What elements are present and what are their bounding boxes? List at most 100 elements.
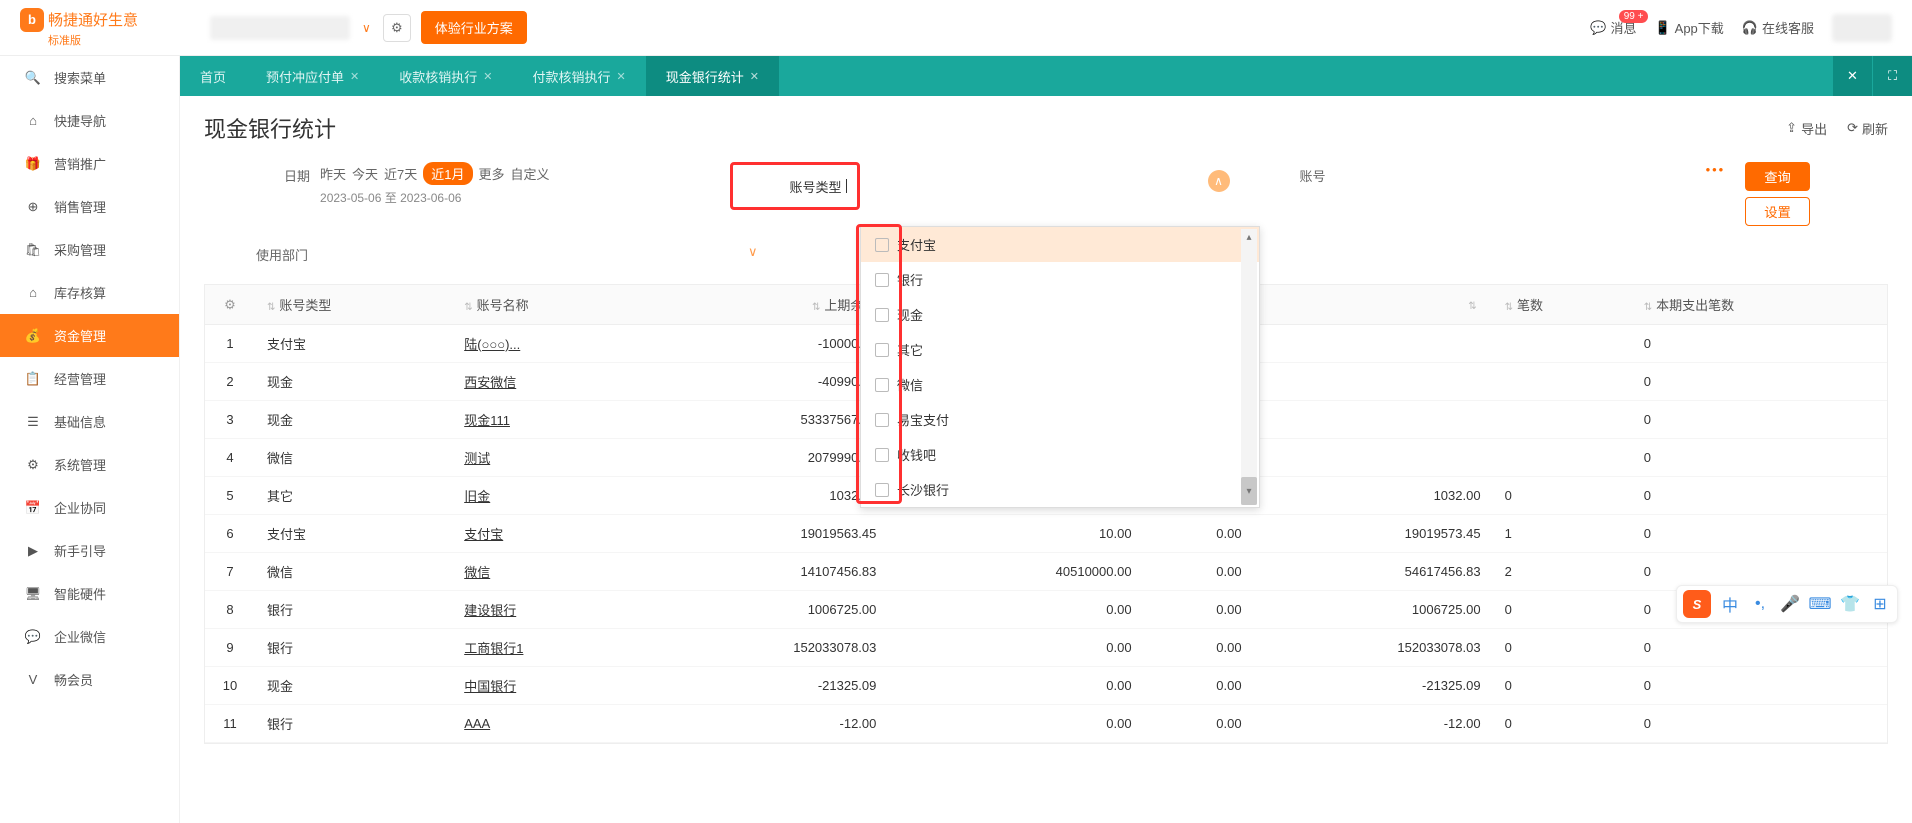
ime-mic-icon[interactable]: 🎤 bbox=[1779, 593, 1801, 615]
ime-toolbar[interactable]: S 中 •, 🎤 ⌨ 👕 ⊞ bbox=[1676, 585, 1898, 623]
tab-close-icon[interactable]: ✕ bbox=[750, 70, 759, 83]
sort-icon[interactable]: ⇅ bbox=[1505, 302, 1513, 313]
company-dropdown-caret[interactable]: ∨ bbox=[362, 21, 371, 35]
settings-gear-button[interactable]: ⚙ bbox=[383, 14, 411, 42]
checkbox[interactable] bbox=[875, 413, 889, 427]
table-settings-icon[interactable]: ⚙ bbox=[224, 297, 236, 312]
sort-icon[interactable]: ⇅ bbox=[267, 302, 275, 313]
column-header-6[interactable]: ⇅ bbox=[1254, 285, 1493, 325]
column-header-2[interactable]: ⇅账号名称 bbox=[452, 285, 649, 325]
account-type-filter[interactable]: 账号类型 bbox=[730, 162, 860, 210]
column-header-7[interactable]: ⇅笔数 bbox=[1493, 285, 1632, 325]
sidebar-item-9[interactable]: ⚙系统管理 bbox=[0, 443, 179, 486]
sidebar-item-1[interactable]: ⌂快捷导航 bbox=[0, 99, 179, 142]
sort-icon[interactable]: ⇅ bbox=[1644, 302, 1652, 313]
sort-icon[interactable]: ⇅ bbox=[1468, 301, 1476, 312]
sidebar-item-7[interactable]: 📋经营管理 bbox=[0, 357, 179, 400]
tab-1[interactable]: 预付冲应付单✕ bbox=[246, 56, 379, 96]
date-option-2[interactable]: 近7天 bbox=[384, 164, 417, 183]
tab-2[interactable]: 收款核销执行✕ bbox=[379, 56, 512, 96]
account-name-link[interactable]: 现金111 bbox=[464, 413, 510, 428]
dropdown-option-4[interactable]: 微信 bbox=[861, 367, 1259, 402]
fullscreen-button[interactable]: ⛶ bbox=[1872, 56, 1912, 96]
ime-lang-label[interactable]: 中 bbox=[1719, 593, 1741, 615]
user-avatar-blurred[interactable] bbox=[1832, 14, 1892, 42]
sidebar-item-14[interactable]: V畅会员 bbox=[0, 658, 179, 701]
close-all-tabs-button[interactable]: ✕ bbox=[1832, 56, 1872, 96]
customer-service-link[interactable]: 🎧 在线客服 bbox=[1742, 18, 1814, 37]
dropdown-option-3[interactable]: 其它 bbox=[861, 332, 1259, 367]
trial-button[interactable]: 体验行业方案 bbox=[421, 11, 527, 44]
column-header-0[interactable]: ⚙ bbox=[205, 285, 255, 325]
sort-icon[interactable]: ⇅ bbox=[464, 302, 472, 313]
account-name-link[interactable]: 中国银行 bbox=[464, 679, 516, 694]
checkbox[interactable] bbox=[875, 308, 889, 322]
ime-skin-icon[interactable]: 👕 bbox=[1839, 593, 1861, 615]
dropdown-option-7[interactable]: 长沙银行 bbox=[861, 472, 1259, 507]
date-option-1[interactable]: 今天 bbox=[352, 164, 378, 183]
dropdown-option-0[interactable]: 支付宝 bbox=[861, 227, 1259, 262]
checkbox[interactable] bbox=[875, 378, 889, 392]
ime-toolbox-icon[interactable]: ⊞ bbox=[1869, 593, 1891, 615]
account-type-collapse-icon[interactable]: ∧ bbox=[1208, 170, 1230, 192]
more-filters-button[interactable]: ••• bbox=[1706, 162, 1726, 177]
sidebar-item-10[interactable]: 📅企业协同 bbox=[0, 486, 179, 529]
sidebar-item-13[interactable]: 💬企业微信 bbox=[0, 615, 179, 658]
sidebar-item-12[interactable]: 🖥智能硬件 bbox=[0, 572, 179, 615]
account-name-link[interactable]: AAA bbox=[464, 716, 490, 731]
tab-3[interactable]: 付款核销执行✕ bbox=[512, 56, 645, 96]
account-name-link[interactable]: 西安微信 bbox=[464, 375, 516, 390]
sort-icon[interactable]: ⇅ bbox=[812, 302, 820, 313]
account-name-link[interactable]: 支付宝 bbox=[464, 527, 503, 542]
cell-name: 中国银行 bbox=[452, 667, 649, 705]
dept-dropdown-caret[interactable]: ∨ bbox=[748, 244, 758, 260]
date-option-3[interactable]: 近1月 bbox=[423, 162, 472, 185]
checkbox[interactable] bbox=[875, 273, 889, 287]
date-option-4[interactable]: 更多 bbox=[479, 164, 505, 183]
tab-close-icon[interactable]: ✕ bbox=[617, 70, 626, 83]
account-name-link[interactable]: 工商银行1 bbox=[464, 641, 523, 656]
sidebar-item-8[interactable]: ☰基础信息 bbox=[0, 400, 179, 443]
column-header-8[interactable]: ⇅本期支出笔数 bbox=[1632, 285, 1887, 325]
scroll-down-icon[interactable]: ▾ bbox=[1241, 477, 1257, 505]
checkbox[interactable] bbox=[875, 238, 889, 252]
account-name-link[interactable]: 旧金 bbox=[464, 489, 490, 504]
tab-close-icon[interactable]: ✕ bbox=[350, 70, 359, 83]
sidebar-item-11[interactable]: ▶新手引导 bbox=[0, 529, 179, 572]
checkbox[interactable] bbox=[875, 483, 889, 497]
date-option-0[interactable]: 昨天 bbox=[320, 164, 346, 183]
column-header-3[interactable]: ⇅上期余额 bbox=[649, 285, 888, 325]
account-name-link[interactable]: 测试 bbox=[464, 451, 490, 466]
ime-punct-icon[interactable]: •, bbox=[1749, 593, 1771, 615]
ime-keyboard-icon[interactable]: ⌨ bbox=[1809, 593, 1831, 615]
dropdown-scrollbar[interactable] bbox=[1241, 229, 1257, 505]
dept-input[interactable] bbox=[318, 240, 738, 264]
messages-link[interactable]: 💬 消息 99 + bbox=[1590, 18, 1636, 37]
account-name-link[interactable]: 微信 bbox=[464, 565, 490, 580]
checkbox[interactable] bbox=[875, 448, 889, 462]
tab-close-icon[interactable]: ✕ bbox=[483, 70, 492, 83]
query-button[interactable]: 查询 bbox=[1745, 162, 1810, 191]
dropdown-option-2[interactable]: 现金 bbox=[861, 297, 1259, 332]
account-name-link[interactable]: 陆(○○○)... bbox=[464, 337, 520, 352]
dropdown-option-5[interactable]: 易宝支付 bbox=[861, 402, 1259, 437]
dropdown-option-6[interactable]: 收钱吧 bbox=[861, 437, 1259, 472]
date-option-5[interactable]: 自定义 bbox=[511, 164, 550, 183]
filter-settings-button[interactable]: 设置 bbox=[1745, 197, 1810, 226]
sidebar-item-5[interactable]: ⌂库存核算 bbox=[0, 271, 179, 314]
tab-4[interactable]: 现金银行统计✕ bbox=[646, 56, 779, 96]
refresh-button[interactable]: ⟳刷新 bbox=[1847, 119, 1888, 138]
scroll-up-icon[interactable]: ▴ bbox=[1241, 229, 1257, 245]
column-header-1[interactable]: ⇅账号类型 bbox=[255, 285, 452, 325]
sidebar-item-2[interactable]: 🎁营销推广 bbox=[0, 142, 179, 185]
sidebar-item-6[interactable]: 💰资金管理 bbox=[0, 314, 179, 357]
sidebar-item-4[interactable]: 🛍采购管理 bbox=[0, 228, 179, 271]
account-name-link[interactable]: 建设银行 bbox=[464, 603, 516, 618]
dropdown-option-1[interactable]: 银行 bbox=[861, 262, 1259, 297]
sidebar-item-0[interactable]: 🔍搜索菜单 bbox=[0, 56, 179, 99]
app-download-link[interactable]: 📱 App下载 bbox=[1654, 18, 1723, 37]
tab-0[interactable]: 首页 bbox=[180, 56, 246, 96]
checkbox[interactable] bbox=[875, 343, 889, 357]
sidebar-item-3[interactable]: ⊕销售管理 bbox=[0, 185, 179, 228]
export-button[interactable]: ⇪导出 bbox=[1786, 119, 1827, 138]
